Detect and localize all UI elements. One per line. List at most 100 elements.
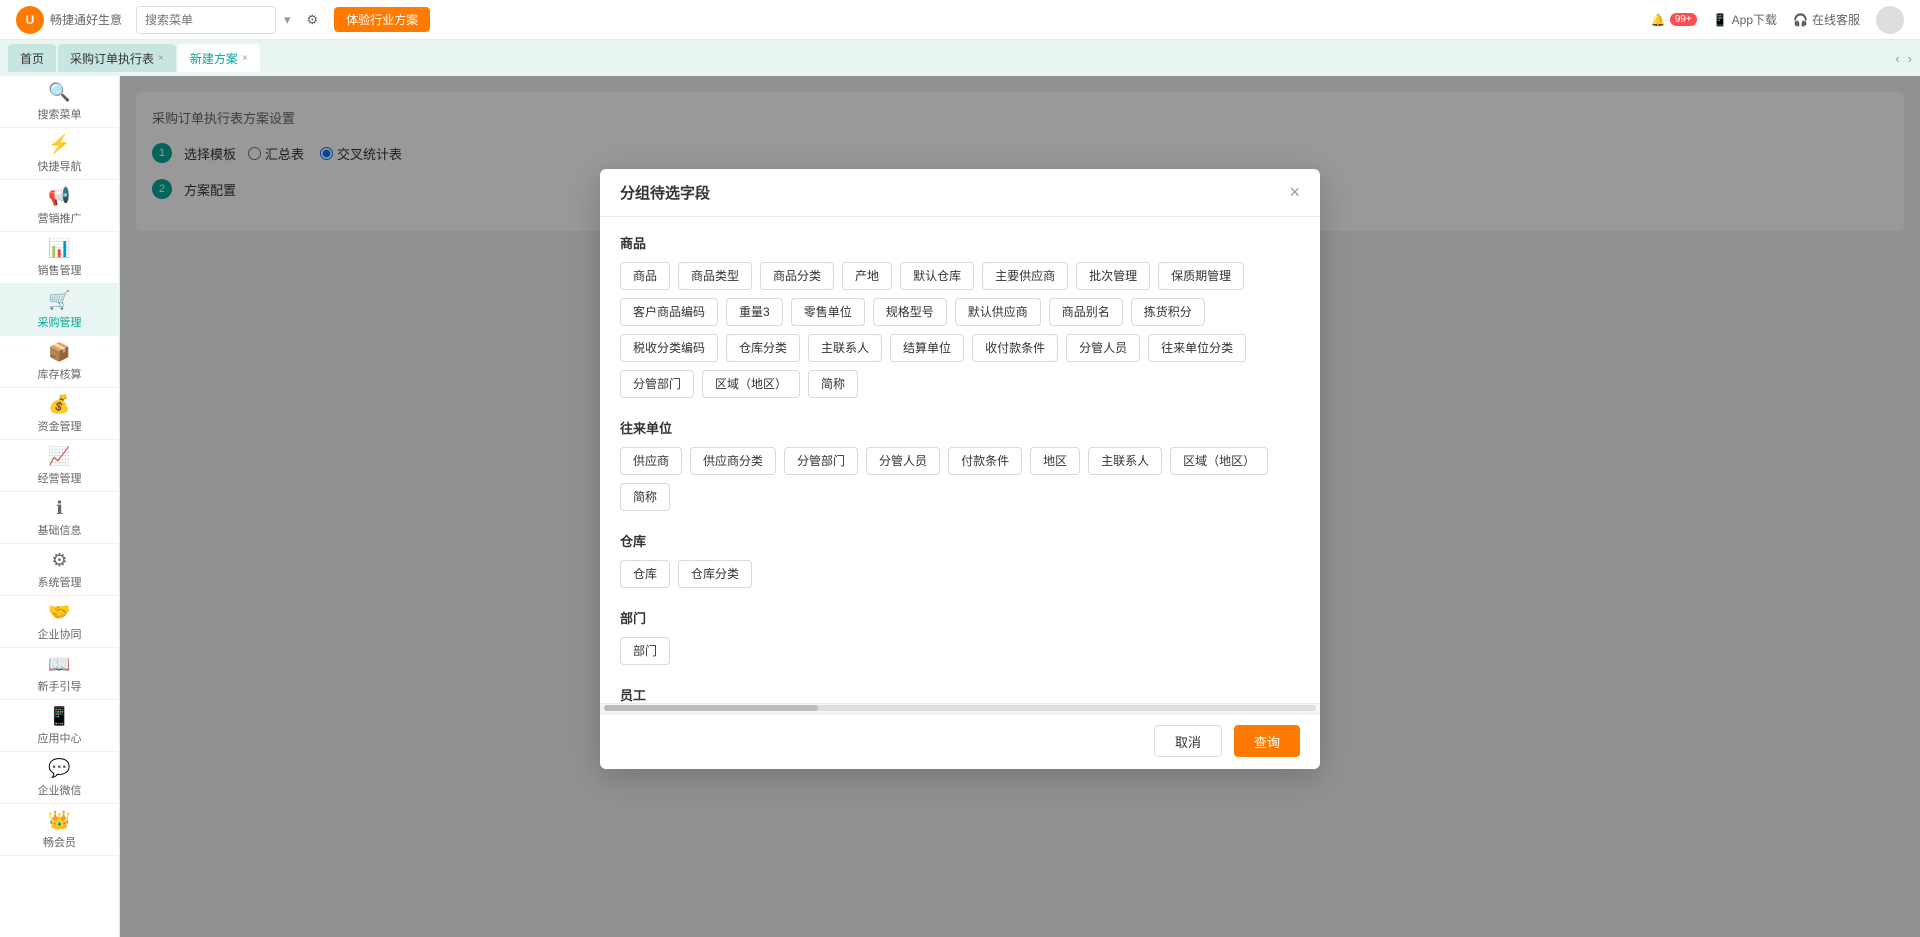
field-tag[interactable]: 规格型号 [873,298,947,326]
sidebar-item-marketing[interactable]: 📢 营销推广 [0,180,119,232]
field-tag[interactable]: 部门 [620,637,670,665]
operations-icon: 📈 [48,446,70,467]
tab-close-purchase[interactable]: × [158,53,164,64]
section-staff: 员工 业务员 [620,685,1300,703]
section-goods-title: 商品 [620,233,1300,252]
search-menu-icon: 🔍 [48,82,70,103]
modal-body[interactable]: 商品 商品 商品类型 商品分类 产地 默认仓库 主要供应商 批次管理 保质期管理… [600,217,1320,703]
sidebar-item-cooperation[interactable]: 🤝 企业协同 [0,596,119,648]
sidebar-item-operations[interactable]: 📈 经营管理 [0,440,119,492]
field-selection-modal: 分组待选字段 × 商品 商品 商品类型 商品分类 产地 默认仓库 主要供应商 批… [600,169,1320,769]
sidebar: 🔍 搜索菜单 ⚡ 快捷导航 📢 营销推广 📊 销售管理 🛒 采购管理 📦 库存核… [0,76,120,937]
sidebar-item-quicknav[interactable]: ⚡ 快捷导航 [0,128,119,180]
sidebar-item-basics[interactable]: ℹ 基础信息 [0,492,119,544]
section-goods-tags: 商品 商品类型 商品分类 产地 默认仓库 主要供应商 批次管理 保质期管理 客户… [620,262,1300,398]
field-tag[interactable]: 地区 [1030,447,1080,475]
section-department: 部门 部门 [620,608,1300,665]
field-tag[interactable]: 主要供应商 [982,262,1068,290]
field-tag[interactable]: 重量3 [726,298,783,326]
avatar[interactable] [1876,6,1904,34]
tab-arrow-left[interactable]: ‹ [1895,51,1899,66]
logo-text: 畅捷通好生意 [50,11,122,28]
modal-close-btn[interactable]: × [1289,182,1300,203]
field-tag[interactable]: 主联系人 [808,334,882,362]
field-tag[interactable]: 零售单位 [791,298,865,326]
field-tag[interactable]: 往来单位分类 [1148,334,1246,362]
sidebar-item-search[interactable]: 🔍 搜索菜单 [0,76,119,128]
field-tag[interactable]: 收付款条件 [972,334,1058,362]
section-counterpart-title: 往来单位 [620,418,1300,437]
gear-icon[interactable]: ⚙ [307,12,319,28]
sidebar-item-inventory[interactable]: 📦 库存核算 [0,336,119,388]
section-warehouse-title: 仓库 [620,531,1300,550]
sales-icon: 📊 [48,238,70,259]
tab-bar: 首页 采购订单执行表 × 新建方案 × ‹ › [0,40,1920,76]
tab-home[interactable]: 首页 [8,44,56,72]
modal-header: 分组待选字段 × [600,169,1320,217]
field-tag[interactable]: 保质期管理 [1158,262,1244,290]
field-tag[interactable]: 分管部门 [784,447,858,475]
confirm-button[interactable]: 查询 [1234,725,1300,757]
trial-btn[interactable]: 体验行业方案 [334,7,430,32]
section-goods: 商品 商品 商品类型 商品分类 产地 默认仓库 主要供应商 批次管理 保质期管理… [620,233,1300,398]
field-tag[interactable]: 产地 [842,262,892,290]
field-tag[interactable]: 分管部门 [620,370,694,398]
field-tag[interactable]: 拣货积分 [1131,298,1205,326]
field-tag[interactable]: 商品别名 [1049,298,1123,326]
field-tag[interactable]: 供应商 [620,447,682,475]
quick-nav-icon: ⚡ [48,134,70,155]
top-bar: U 畅捷通好生意 ▾ ⚙ 体验行业方案 🔔 99+ 📱 App下载 🎧 在线客服 [0,0,1920,40]
sidebar-item-system[interactable]: ⚙ 系统管理 [0,544,119,596]
field-tag[interactable]: 商品类型 [678,262,752,290]
app-download-link[interactable]: 📱 App下载 [1713,11,1777,28]
app-download-icon: 📱 [1713,13,1728,27]
field-tag[interactable]: 批次管理 [1076,262,1150,290]
field-tag[interactable]: 仓库分类 [678,560,752,588]
field-tag[interactable]: 区域（地区） [1170,447,1268,475]
section-staff-title: 员工 [620,685,1300,703]
online-service-link[interactable]: 🎧 在线客服 [1793,11,1860,28]
sidebar-item-member[interactable]: 👑 畅会员 [0,804,119,856]
inventory-icon: 📦 [48,342,70,363]
sidebar-item-appcenter[interactable]: 📱 应用中心 [0,700,119,752]
field-tag[interactable]: 简称 [620,483,670,511]
search-input[interactable] [136,6,276,34]
field-tag[interactable]: 税收分类编码 [620,334,718,362]
sidebar-item-sales[interactable]: 📊 销售管理 [0,232,119,284]
field-tag[interactable]: 主联系人 [1088,447,1162,475]
field-tag[interactable]: 商品分类 [760,262,834,290]
field-tag[interactable]: 结算单位 [890,334,964,362]
basics-icon: ℹ [56,498,63,519]
field-tag[interactable]: 供应商分类 [690,447,776,475]
cancel-button[interactable]: 取消 [1154,725,1222,757]
notification-icon: 🔔 [1651,13,1666,27]
field-tag[interactable]: 默认供应商 [955,298,1041,326]
sidebar-item-wecom[interactable]: 💬 企业微信 [0,752,119,804]
field-tag[interactable]: 付款条件 [948,447,1022,475]
sidebar-item-guide[interactable]: 📖 新手引导 [0,648,119,700]
top-nav-area: ▾ ⚙ 体验行业方案 [136,6,1651,34]
field-tag[interactable]: 分管人员 [866,447,940,475]
tab-new-scheme[interactable]: 新建方案 × [178,44,260,72]
field-tag[interactable]: 商品 [620,262,670,290]
system-icon: ⚙ [51,550,67,571]
tab-arrow-right[interactable]: › [1908,51,1912,66]
field-tag[interactable]: 客户商品编码 [620,298,718,326]
field-tag[interactable]: 简称 [808,370,858,398]
field-tag[interactable]: 区域（地区） [702,370,800,398]
dropdown-icon[interactable]: ▾ [284,12,291,28]
field-tag[interactable]: 仓库分类 [726,334,800,362]
sidebar-item-purchase[interactable]: 🛒 采购管理 [0,284,119,336]
logo-icon: U [16,6,44,34]
modal-hscroll[interactable] [600,703,1320,713]
sidebar-item-finance[interactable]: 💰 资金管理 [0,388,119,440]
field-tag[interactable]: 分管人员 [1066,334,1140,362]
finance-icon: 💰 [48,394,70,415]
field-tag[interactable]: 默认仓库 [900,262,974,290]
field-tag[interactable]: 仓库 [620,560,670,588]
notification-area[interactable]: 🔔 99+ [1651,13,1697,27]
section-warehouse: 仓库 仓库 仓库分类 [620,531,1300,588]
tab-purchase-list[interactable]: 采购订单执行表 × [58,44,176,72]
tab-close-new-scheme[interactable]: × [242,53,248,64]
top-right-area: 🔔 99+ 📱 App下载 🎧 在线客服 [1651,6,1904,34]
